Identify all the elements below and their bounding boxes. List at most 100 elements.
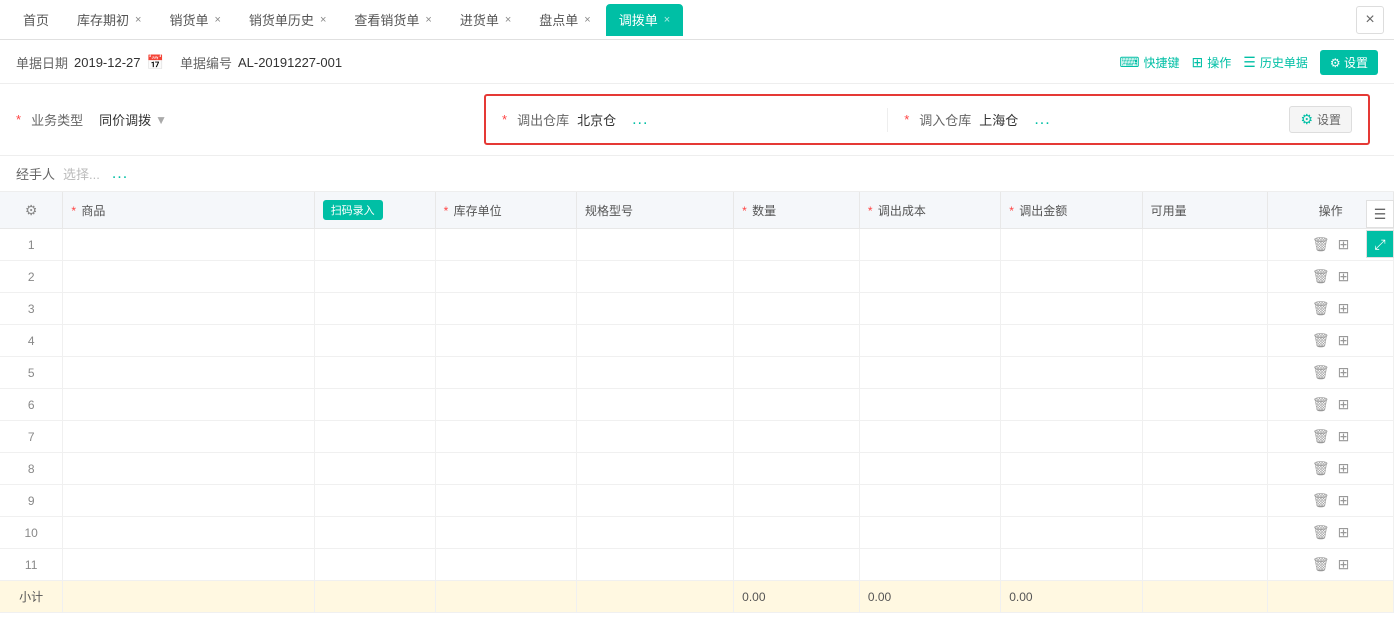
- tab-view-sales-close[interactable]: ×: [425, 14, 431, 26]
- tab-sales-order[interactable]: 销货单 ×: [156, 4, 233, 36]
- row-unit[interactable]: [435, 229, 576, 261]
- row-product[interactable]: [63, 453, 314, 485]
- row-product[interactable]: [63, 261, 314, 293]
- row-unit[interactable]: [435, 357, 576, 389]
- row-amount[interactable]: [1001, 229, 1142, 261]
- operation-action[interactable]: ⊞ 操作: [1192, 54, 1232, 71]
- copy-icon[interactable]: ⊞: [1338, 524, 1350, 541]
- delete-icon[interactable]: 🗑: [1312, 332, 1330, 349]
- row-cost[interactable]: [859, 421, 1000, 453]
- row-qty[interactable]: [734, 549, 860, 581]
- window-close-button[interactable]: ×: [1356, 6, 1384, 34]
- calendar-icon[interactable]: 📅: [147, 54, 164, 71]
- row-spec[interactable]: [577, 517, 734, 549]
- copy-icon[interactable]: ⊞: [1338, 492, 1350, 509]
- row-qty[interactable]: [734, 389, 860, 421]
- warehouse-out-value[interactable]: 北京仓: [577, 110, 616, 129]
- delete-icon[interactable]: 🗑: [1312, 492, 1330, 509]
- copy-icon[interactable]: ⊞: [1338, 556, 1350, 573]
- row-unit[interactable]: [435, 389, 576, 421]
- row-cost[interactable]: [859, 293, 1000, 325]
- tab-purchase-close[interactable]: ×: [505, 14, 511, 26]
- copy-icon[interactable]: ⊞: [1338, 428, 1350, 445]
- row-unit[interactable]: [435, 421, 576, 453]
- copy-icon[interactable]: ⊞: [1338, 396, 1350, 413]
- row-amount[interactable]: [1001, 485, 1142, 517]
- row-unit[interactable]: [435, 485, 576, 517]
- row-qty[interactable]: [734, 357, 860, 389]
- row-unit[interactable]: [435, 549, 576, 581]
- tab-inventory-init-close[interactable]: ×: [135, 14, 141, 26]
- tab-home[interactable]: 首页: [10, 4, 62, 36]
- delete-icon[interactable]: 🗑: [1312, 236, 1330, 253]
- row-product[interactable]: [63, 389, 314, 421]
- row-amount[interactable]: [1001, 389, 1142, 421]
- business-type-select[interactable]: 同价调拨 ▼: [91, 106, 476, 133]
- warehouse-settings-button[interactable]: ⚙ 设置: [1289, 106, 1352, 133]
- tab-inventory-init[interactable]: 库存期初 ×: [64, 4, 154, 36]
- row-spec[interactable]: [577, 549, 734, 581]
- delete-icon[interactable]: 🗑: [1312, 428, 1330, 445]
- copy-icon[interactable]: ⊞: [1338, 364, 1350, 381]
- shortcut-action[interactable]: ⌨ 快捷键: [1119, 54, 1179, 71]
- row-product[interactable]: [63, 485, 314, 517]
- delete-icon[interactable]: 🗑: [1312, 556, 1330, 573]
- copy-icon[interactable]: ⊞: [1338, 236, 1350, 253]
- row-amount[interactable]: [1001, 517, 1142, 549]
- row-amount[interactable]: [1001, 421, 1142, 453]
- sidebar-expand-icon[interactable]: ⤢: [1366, 230, 1394, 258]
- tab-view-sales[interactable]: 查看销货单 ×: [341, 4, 444, 36]
- tab-sales-order-close[interactable]: ×: [214, 14, 220, 26]
- row-cost[interactable]: [859, 485, 1000, 517]
- row-spec[interactable]: [577, 421, 734, 453]
- row-qty[interactable]: [734, 325, 860, 357]
- row-amount[interactable]: [1001, 325, 1142, 357]
- row-product[interactable]: [63, 549, 314, 581]
- delete-icon[interactable]: 🗑: [1312, 460, 1330, 477]
- settings-button[interactable]: ⚙ 设置: [1320, 50, 1378, 75]
- row-unit[interactable]: [435, 517, 576, 549]
- row-unit[interactable]: [435, 293, 576, 325]
- copy-icon[interactable]: ⊞: [1338, 332, 1350, 349]
- row-cost[interactable]: [859, 261, 1000, 293]
- row-spec[interactable]: [577, 261, 734, 293]
- delete-icon[interactable]: 🗑: [1312, 364, 1330, 381]
- date-value[interactable]: 2019-12-27: [74, 55, 141, 70]
- tab-stocktake-close[interactable]: ×: [584, 14, 590, 26]
- row-qty[interactable]: [734, 293, 860, 325]
- row-qty[interactable]: [734, 229, 860, 261]
- row-product[interactable]: [63, 517, 314, 549]
- warehouse-out-more[interactable]: ...: [632, 111, 648, 129]
- row-cost[interactable]: [859, 549, 1000, 581]
- row-amount[interactable]: [1001, 453, 1142, 485]
- handler-select[interactable]: 选择...: [63, 164, 100, 183]
- row-cost[interactable]: [859, 453, 1000, 485]
- row-amount[interactable]: [1001, 261, 1142, 293]
- delete-icon[interactable]: 🗑: [1312, 300, 1330, 317]
- scan-input-button[interactable]: 扫码录入: [323, 200, 383, 220]
- tab-sales-history-close[interactable]: ×: [320, 14, 326, 26]
- row-qty[interactable]: [734, 421, 860, 453]
- history-action[interactable]: ☰ 历史单据: [1243, 54, 1308, 71]
- row-amount[interactable]: [1001, 293, 1142, 325]
- sidebar-list-icon[interactable]: ☰: [1366, 200, 1394, 228]
- row-unit[interactable]: [435, 453, 576, 485]
- handler-more[interactable]: ...: [112, 165, 128, 183]
- table-settings-icon[interactable]: ⚙: [8, 202, 54, 219]
- tab-purchase[interactable]: 进货单 ×: [447, 4, 524, 36]
- row-product[interactable]: [63, 325, 314, 357]
- row-qty[interactable]: [734, 485, 860, 517]
- row-product[interactable]: [63, 357, 314, 389]
- tab-stocktake[interactable]: 盘点单 ×: [526, 4, 603, 36]
- row-spec[interactable]: [577, 485, 734, 517]
- row-product[interactable]: [63, 293, 314, 325]
- row-cost[interactable]: [859, 229, 1000, 261]
- row-cost[interactable]: [859, 357, 1000, 389]
- row-qty[interactable]: [734, 453, 860, 485]
- row-spec[interactable]: [577, 293, 734, 325]
- row-spec[interactable]: [577, 389, 734, 421]
- row-amount[interactable]: [1001, 549, 1142, 581]
- row-amount[interactable]: [1001, 357, 1142, 389]
- row-spec[interactable]: [577, 325, 734, 357]
- row-cost[interactable]: [859, 325, 1000, 357]
